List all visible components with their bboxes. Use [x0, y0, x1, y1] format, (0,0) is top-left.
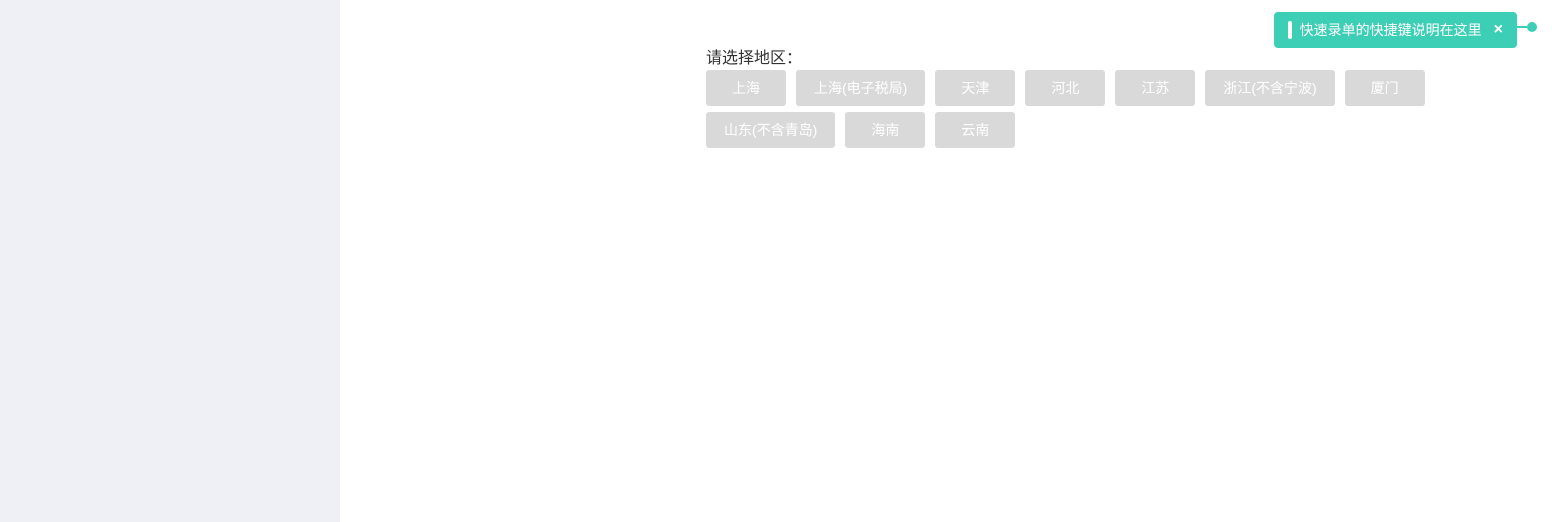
tooltip-bar-decoration	[1288, 21, 1292, 39]
region-buttons-row2: 山东(不含青岛) 海南云南	[706, 112, 1015, 148]
region-button-hainan[interactable]: 海南	[845, 112, 925, 148]
tooltip-text: 快速录单的快捷键说明在这里	[1300, 20, 1482, 40]
region-button-shanghai[interactable]: 上海	[706, 70, 786, 106]
region-button-shandong[interactable]: 山东(不含青岛)	[706, 112, 835, 148]
page-label: 请选择地区：	[706, 44, 802, 68]
tooltip-close-button[interactable]: ×	[1494, 21, 1503, 39]
sidebar	[0, 0, 340, 522]
region-button-hebei[interactable]: 河北	[1025, 70, 1105, 106]
tooltip-line-connector	[1515, 26, 1527, 28]
region-button-jiangsu[interactable]: 江苏	[1115, 70, 1195, 106]
tooltip-banner[interactable]: 快速录单的快捷键说明在这里 ×	[1274, 12, 1517, 48]
tooltip-dot-indicator	[1527, 22, 1537, 32]
region-buttons-row1: 上海上海(电子税局) 天津河北江苏浙江(不含宁波) 厦门	[706, 70, 1425, 106]
region-button-zhejiang[interactable]: 浙江(不含宁波)	[1205, 70, 1334, 106]
region-button-xiamen[interactable]: 厦门	[1345, 70, 1425, 106]
main-content: 请选择地区： 上海上海(电子税局) 天津河北江苏浙江(不含宁波) 厦门 山东(不含青…	[340, 0, 1562, 522]
region-button-yunnan[interactable]: 云南	[935, 112, 1015, 148]
region-button-shanghai-etax[interactable]: 上海(电子税局)	[796, 70, 925, 106]
region-button-tianjin[interactable]: 天津	[935, 70, 1015, 106]
